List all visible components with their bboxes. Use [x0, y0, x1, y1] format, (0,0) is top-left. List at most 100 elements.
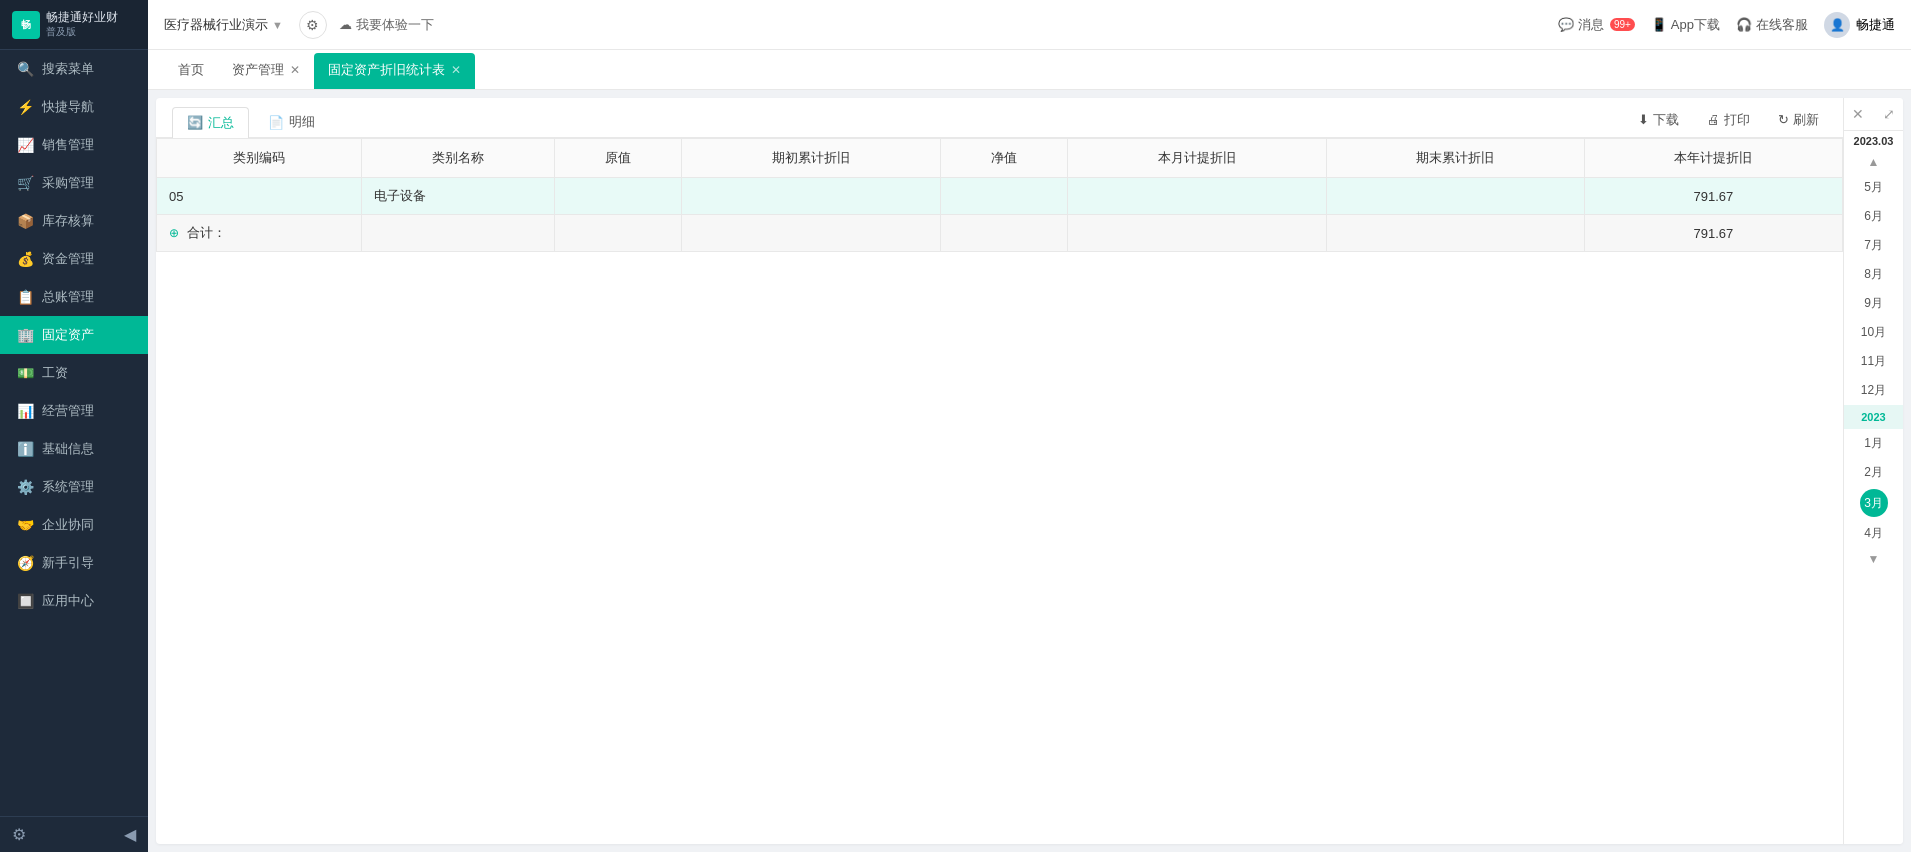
tab-close-fixed-depreciation[interactable]: ✕ [451, 63, 461, 77]
total-original [554, 215, 682, 252]
user-icon: 👤 [1830, 18, 1845, 32]
app-download-button[interactable]: 📱 App下载 [1651, 16, 1720, 34]
avatar: 👤 [1824, 12, 1850, 38]
total-end-dep [1326, 215, 1584, 252]
sidebar-item-system[interactable]: ⚙️ 系统管理 [0, 468, 148, 506]
company-arrow-icon: ▼ [272, 19, 283, 31]
month-11[interactable]: 11月 [1844, 347, 1903, 376]
table-wrapper: 类别编码 类别名称 原值 期初累计折旧 净值 本月计提折旧 期末累计折旧 本年计… [156, 138, 1843, 844]
sidebar-item-fixed-assets[interactable]: 🏢 固定资产 [0, 316, 148, 354]
month-10[interactable]: 10月 [1844, 318, 1903, 347]
sidebar-item-quick-nav[interactable]: ⚡ 快捷导航 [0, 88, 148, 126]
col-original: 原值 [554, 139, 682, 178]
detail-icon: 📄 [268, 115, 284, 130]
sidebar-collapse-icon[interactable]: ◀ [124, 825, 136, 844]
sidebar-item-purchase[interactable]: 🛒 采购管理 [0, 164, 148, 202]
company-selector[interactable]: 医疗器械行业演示 ▼ [164, 16, 283, 34]
month-2023-4[interactable]: 4月 [1844, 519, 1903, 548]
sidebar-item-guide[interactable]: 🧭 新手引导 [0, 544, 148, 582]
system-icon: ⚙️ [16, 478, 34, 496]
month-scroll-down[interactable]: ▼ [1844, 548, 1903, 570]
sidebar-item-ledger[interactable]: 📋 总账管理 [0, 278, 148, 316]
funds-icon: 💰 [16, 250, 34, 268]
download-button[interactable]: ⬇ 下载 [1630, 107, 1687, 133]
sales-icon: 📈 [16, 136, 34, 154]
date-panel-expand-icon[interactable]: ⤢ [1881, 104, 1897, 124]
tab-home[interactable]: 首页 [164, 53, 218, 89]
message-button[interactable]: 💬 消息 99+ [1558, 16, 1635, 34]
tab-close-asset-mgmt[interactable]: ✕ [290, 63, 300, 77]
logo-icon: 畅 [12, 11, 40, 39]
sidebar-logo: 畅 畅捷通好业财 普及版 [0, 0, 148, 50]
month-2023-1[interactable]: 1月 [1844, 429, 1903, 458]
month-12[interactable]: 12月 [1844, 376, 1903, 405]
app-icon: 🔲 [16, 592, 34, 610]
user-profile[interactable]: 👤 畅捷通 [1824, 12, 1895, 38]
sidebar-item-payroll[interactable]: 💵 工资 [0, 354, 148, 392]
month-2023-3[interactable]: 3月 [1860, 489, 1888, 517]
sidebar-item-search[interactable]: 🔍 搜索菜单 [0, 50, 148, 88]
settings-button[interactable]: ⚙ [299, 11, 327, 39]
operations-icon: 📊 [16, 402, 34, 420]
col-end-dep: 期末累计折旧 [1326, 139, 1584, 178]
customer-service-button[interactable]: 🎧 在线客服 [1736, 16, 1808, 34]
col-monthly-dep: 本月计提折旧 [1068, 139, 1326, 178]
date-panel-title: 2023.03 [1844, 131, 1903, 151]
cell-monthly-dep [1068, 178, 1326, 215]
tab-fixed-depreciation[interactable]: 固定资产折旧统计表 ✕ [314, 53, 475, 89]
refresh-icon: ↻ [1778, 112, 1789, 127]
total-label-cell: ⊕ 合计： [157, 215, 362, 252]
cell-net [940, 178, 1068, 215]
lightning-icon: ⚡ [16, 98, 34, 116]
month-8[interactable]: 8月 [1844, 260, 1903, 289]
table-row: 05 电子设备 791.67 [157, 178, 1843, 215]
gear-icon: ⚙ [306, 17, 319, 33]
tab-bar: 首页 资产管理 ✕ 固定资产折旧统计表 ✕ [148, 50, 1911, 90]
main-area: 医疗器械行业演示 ▼ ⚙ ☁ 我要体验一下 💬 消息 99+ 📱 App下载 🎧… [148, 0, 1911, 852]
cell-original [554, 178, 682, 215]
notification-badge: 99+ [1610, 18, 1635, 31]
sidebar-item-inventory[interactable]: 📦 库存核算 [0, 202, 148, 240]
content-main: 🔄 汇总 📄 明细 ⬇ 下载 🖨 打印 [156, 98, 1843, 844]
print-button[interactable]: 🖨 打印 [1699, 107, 1758, 133]
sidebar-footer: ⚙ ◀ [0, 816, 148, 852]
date-panel-close-icon[interactable]: ✕ [1850, 104, 1866, 124]
subtab-bar: 🔄 汇总 📄 明细 ⬇ 下载 🖨 打印 [156, 98, 1843, 138]
table-header-row: 类别编码 类别名称 原值 期初累计折旧 净值 本月计提折旧 期末累计折旧 本年计… [157, 139, 1843, 178]
sidebar-item-funds[interactable]: 💰 资金管理 [0, 240, 148, 278]
topbar: 医疗器械行业演示 ▼ ⚙ ☁ 我要体验一下 💬 消息 99+ 📱 App下载 🎧… [148, 0, 1911, 50]
inventory-icon: 📦 [16, 212, 34, 230]
sidebar-item-enterprise[interactable]: 🤝 企业协同 [0, 506, 148, 544]
cell-yearly-dep: 791.67 [1584, 178, 1842, 215]
month-5[interactable]: 5月 [1844, 173, 1903, 202]
col-code: 类别编码 [157, 139, 362, 178]
enterprise-icon: 🤝 [16, 516, 34, 534]
col-name: 类别名称 [361, 139, 554, 178]
sidebar-item-operations[interactable]: 📊 经营管理 [0, 392, 148, 430]
cell-end-dep [1326, 178, 1584, 215]
refresh-button[interactable]: ↻ 刷新 [1770, 107, 1827, 133]
sidebar-item-basic-info[interactable]: ℹ️ 基础信息 [0, 430, 148, 468]
sidebar-item-sales[interactable]: 📈 销售管理 [0, 126, 148, 164]
footer-settings-icon[interactable]: ⚙ [12, 825, 26, 844]
total-icon: ⊕ [169, 226, 179, 240]
sidebar-item-app-center[interactable]: 🔲 应用中心 [0, 582, 148, 620]
content-area: 🔄 汇总 📄 明细 ⬇ 下载 🖨 打印 [156, 98, 1903, 844]
subtab-detail[interactable]: 📄 明细 [253, 106, 330, 137]
content-toolbar: ⬇ 下载 🖨 打印 ↻ 刷新 [1630, 107, 1827, 133]
cell-name: 电子设备 [361, 178, 554, 215]
month-scroll-up[interactable]: ▲ [1844, 151, 1903, 173]
month-9[interactable]: 9月 [1844, 289, 1903, 318]
building-icon: 🏢 [16, 326, 34, 344]
date-panel: ✕ ⤢ 2023.03 ▲ 5月 6月 7月 8月 9月 10月 11月 12月… [1843, 98, 1903, 844]
col-initial-dep: 期初累计折旧 [682, 139, 940, 178]
experience-button[interactable]: ☁ 我要体验一下 [339, 16, 434, 34]
month-6[interactable]: 6月 [1844, 202, 1903, 231]
month-7[interactable]: 7月 [1844, 231, 1903, 260]
payroll-icon: 💵 [16, 364, 34, 382]
sidebar-nav: 🔍 搜索菜单 ⚡ 快捷导航 📈 销售管理 🛒 采购管理 📦 库存核算 💰 资金管… [0, 50, 148, 816]
month-2023-2[interactable]: 2月 [1844, 458, 1903, 487]
tab-asset-mgmt[interactable]: 资产管理 ✕ [218, 53, 314, 89]
cell-initial-dep [682, 178, 940, 215]
subtab-summary[interactable]: 🔄 汇总 [172, 107, 249, 138]
